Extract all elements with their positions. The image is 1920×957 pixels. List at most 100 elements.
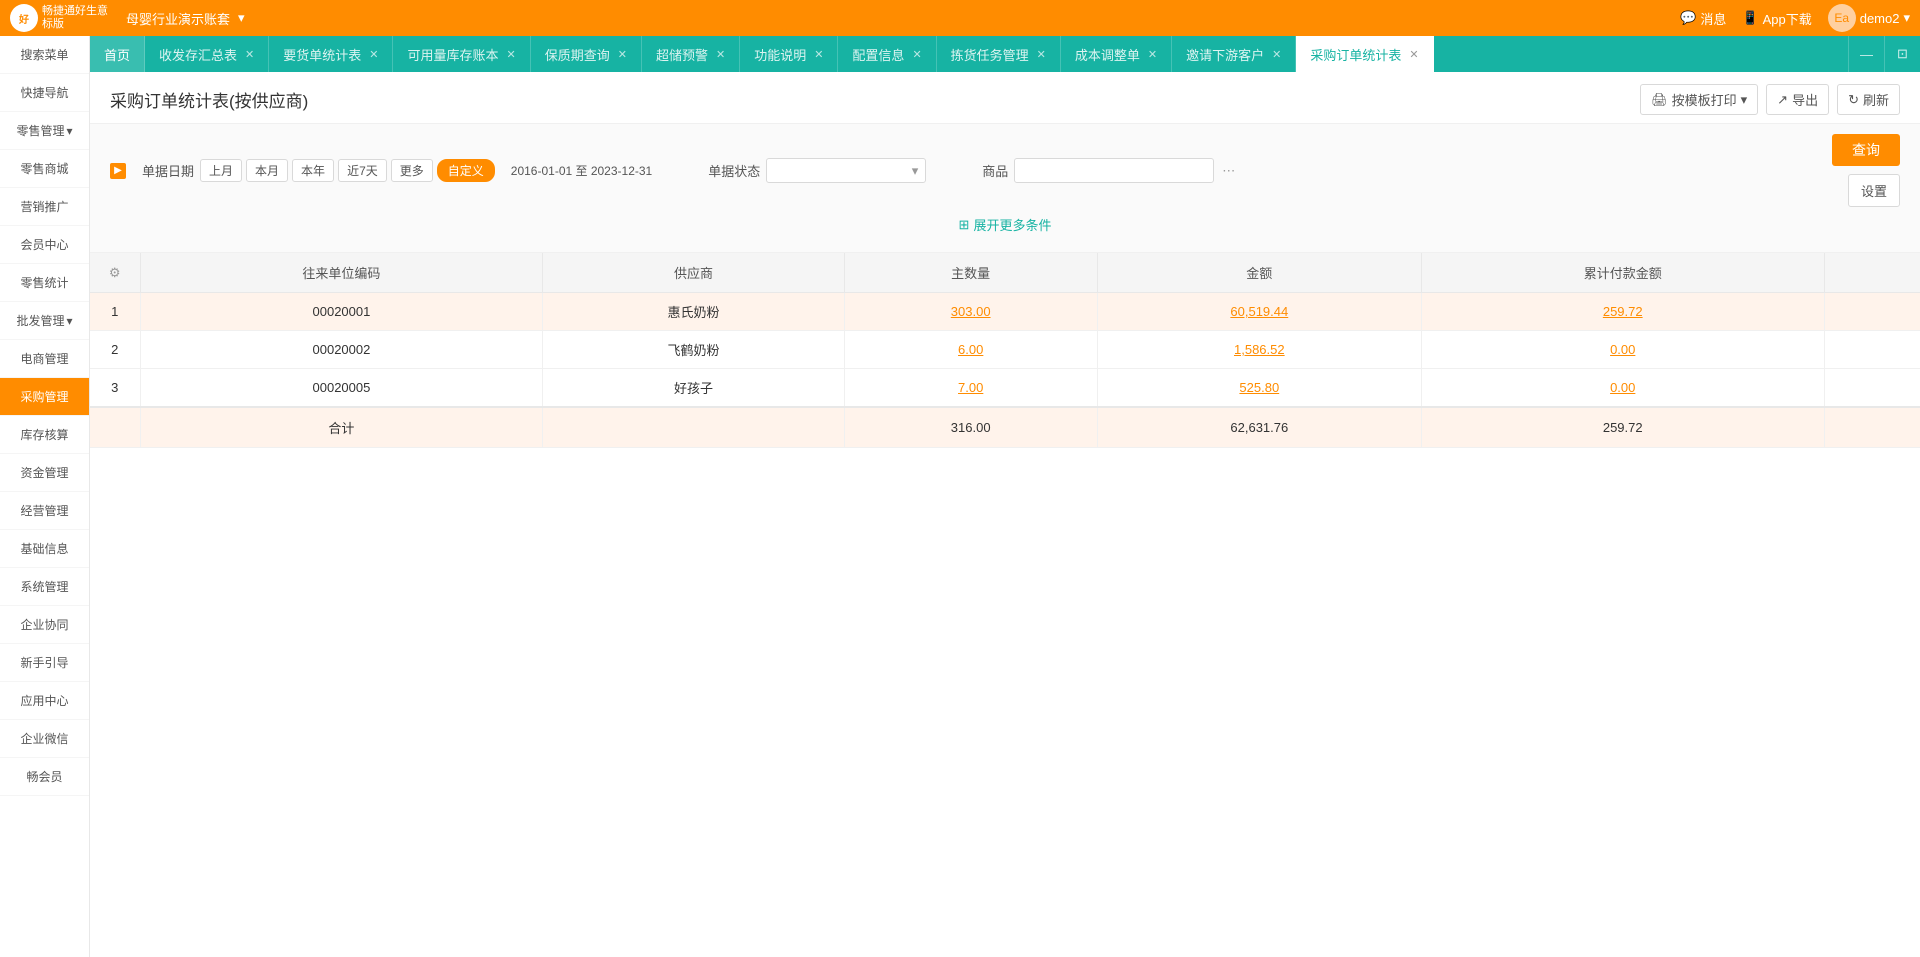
col-paid: 累计付款金额: [1421, 253, 1824, 293]
sidebar-item-quick-nav[interactable]: 快捷导航: [0, 74, 89, 112]
tab-order-stat[interactable]: 要货单统计表 ✕: [269, 36, 393, 72]
table-row[interactable]: 3 00020005 好孩子 7.00 525.80 0.00: [90, 369, 1920, 408]
paid-link[interactable]: 259.72: [1603, 304, 1643, 319]
status-select[interactable]: [766, 158, 926, 183]
date-range-display: 2016-01-01 至 2023-12-31: [511, 162, 652, 179]
app-download-btn[interactable]: 📱 App下载: [1742, 9, 1811, 28]
close-icon[interactable]: ✕: [1148, 48, 1157, 61]
qty-link[interactable]: 6.00: [958, 342, 983, 357]
tab-help[interactable]: 功能说明 ✕: [740, 36, 838, 72]
date-btn-7days[interactable]: 近7天: [338, 159, 387, 182]
sidebar-item-retail-mall[interactable]: 零售商城: [0, 150, 89, 188]
sidebar-item-finance[interactable]: 资金管理: [0, 454, 89, 492]
amount-link[interactable]: 525.80: [1239, 380, 1279, 395]
sidebar-item-inventory[interactable]: 库存核算: [0, 416, 89, 454]
tab-overstock[interactable]: 超储预警 ✕: [642, 36, 740, 72]
sidebar-item-system[interactable]: 系统管理: [0, 568, 89, 606]
sidebar-item-wechat[interactable]: 企业微信: [0, 720, 89, 758]
sidebar-item-retail[interactable]: 零售管理 ▾: [0, 112, 89, 150]
tab-maximize-btn[interactable]: ⊡: [1884, 36, 1920, 72]
col-code: 往来单位编码: [140, 253, 543, 293]
qty-link[interactable]: 7.00: [958, 380, 983, 395]
table-row[interactable]: 1 00020001 惠氏奶粉 303.00 60,519.44 259.72: [90, 293, 1920, 331]
close-icon[interactable]: ✕: [618, 48, 627, 61]
template-print-btn[interactable]: 🖨 按模板打印 ▾: [1640, 84, 1758, 115]
filter-row-1: ▶ 单据日期 上月 本月 本年 近7天 更多 自定义: [110, 134, 1900, 207]
tab-shelf-life[interactable]: 保质期查询 ✕: [531, 36, 642, 72]
qty-link[interactable]: 303.00: [951, 304, 991, 319]
paid-link[interactable]: 0.00: [1610, 342, 1635, 357]
table-footer-row: 合计 316.00 62,631.76 259.72: [90, 407, 1920, 448]
tab-purchase-order-stat[interactable]: 采购订单统计表 ✕: [1296, 36, 1433, 72]
expand-btn[interactable]: ⊞ 展开更多条件: [951, 211, 1060, 238]
search-btn[interactable]: 查询: [1832, 134, 1900, 166]
close-icon[interactable]: ✕: [1272, 48, 1281, 61]
footer-amount: 62,631.76: [1097, 407, 1421, 448]
goods-label: 商品: [982, 161, 1008, 180]
tab-minimize-btn[interactable]: —: [1848, 36, 1884, 72]
sidebar-item-app-center[interactable]: 应用中心: [0, 682, 89, 720]
close-icon[interactable]: ✕: [245, 48, 254, 61]
tab-home[interactable]: 首页: [90, 36, 145, 72]
close-icon[interactable]: ✕: [716, 48, 725, 61]
settings-icon[interactable]: ⚙: [109, 265, 121, 280]
date-btn-more[interactable]: 更多: [391, 159, 433, 182]
sidebar-item-guide[interactable]: 新手引导: [0, 644, 89, 682]
workspace-selector[interactable]: 母婴行业演示账套 ▾: [126, 9, 245, 28]
refresh-icon: ↻: [1848, 92, 1859, 108]
tab-config[interactable]: 配置信息 ✕: [838, 36, 936, 72]
sidebar-item-search[interactable]: 搜索菜单: [0, 36, 89, 74]
export-btn[interactable]: ↗ 导出: [1766, 84, 1829, 115]
date-btn-this-year[interactable]: 本年: [292, 159, 334, 182]
message-btn[interactable]: 💬 消息: [1680, 9, 1726, 28]
goods-input[interactable]: [1014, 158, 1214, 183]
user-menu[interactable]: Ea demo2 ▾: [1828, 4, 1910, 32]
table-header-row: ⚙ 往来单位编码 供应商 主数量 金额 累计付款金额: [90, 253, 1920, 293]
page-header: 采购订单统计表(按供应商) 🖨 按模板打印 ▾ ↗ 导出 ↻: [90, 72, 1920, 124]
date-btn-custom[interactable]: 自定义: [437, 159, 495, 182]
cell-paid: 0.00: [1421, 369, 1824, 408]
sidebar-item-member[interactable]: 会员中心: [0, 226, 89, 264]
tab-invite[interactable]: 邀请下游客户 ✕: [1172, 36, 1296, 72]
cell-code: 00020001: [140, 293, 543, 331]
amount-link[interactable]: 1,586.52: [1234, 342, 1285, 357]
sidebar-item-ecommerce[interactable]: 电商管理: [0, 340, 89, 378]
filter-area: ▶ 单据日期 上月 本月 本年 近7天 更多 自定义: [90, 124, 1920, 253]
setting-btn[interactable]: 设置: [1848, 174, 1900, 207]
download-icon: 📱: [1742, 10, 1758, 26]
sidebar-item-member2[interactable]: 畅会员: [0, 758, 89, 796]
sidebar-item-retail-stat[interactable]: 零售统计: [0, 264, 89, 302]
chevron-down-icon: ▾: [238, 10, 245, 26]
sidebar-item-purchase[interactable]: 采购管理: [0, 378, 89, 416]
cell-paid: 0.00: [1421, 331, 1824, 369]
refresh-btn[interactable]: ↻ 刷新: [1837, 84, 1900, 115]
date-btn-this-month[interactable]: 本月: [246, 159, 288, 182]
close-icon[interactable]: ✕: [814, 48, 823, 61]
paid-link[interactable]: 0.00: [1610, 380, 1635, 395]
close-icon[interactable]: ✕: [1037, 48, 1046, 61]
tab-storage-summary[interactable]: 收发存汇总表 ✕: [145, 36, 269, 72]
nav-tabs: 首页 收发存汇总表 ✕ 要货单统计表 ✕ 可用量库存账本 ✕ 保质期查询 ✕ 超…: [90, 36, 1920, 72]
amount-link[interactable]: 60,519.44: [1230, 304, 1288, 319]
nav-tabs-end: — ⊡: [1848, 36, 1920, 72]
sidebar-item-operation[interactable]: 经营管理: [0, 492, 89, 530]
date-btn-last-month[interactable]: 上月: [200, 159, 242, 182]
tab-available-inventory[interactable]: 可用量库存账本 ✕: [393, 36, 530, 72]
filter-toggle-btn[interactable]: ▶: [110, 163, 126, 179]
logo-area: 好 畅捷通好生意 标版: [10, 4, 108, 32]
sidebar-item-wholesale[interactable]: 批发管理 ▾: [0, 302, 89, 340]
close-icon[interactable]: ✕: [912, 48, 921, 61]
goods-more-icon[interactable]: ⋯: [1222, 163, 1235, 179]
sidebar-item-basic-info[interactable]: 基础信息: [0, 530, 89, 568]
table-row[interactable]: 2 00020002 飞鹤奶粉 6.00 1,586.52 0.00: [90, 331, 1920, 369]
close-icon[interactable]: ✕: [1409, 48, 1418, 61]
tab-pick-task[interactable]: 拣货任务管理 ✕: [937, 36, 1061, 72]
tab-cost-adj[interactable]: 成本调整单 ✕: [1061, 36, 1172, 72]
sidebar-item-enterprise[interactable]: 企业协同: [0, 606, 89, 644]
chevron-down-icon: ▾: [66, 124, 72, 138]
print-icon: 🖨: [1651, 92, 1668, 108]
close-icon[interactable]: ✕: [369, 48, 378, 61]
close-icon[interactable]: ✕: [507, 48, 516, 61]
filter-date-range: 2016-01-01 至 2023-12-31: [511, 162, 652, 179]
sidebar-item-marketing[interactable]: 营销推广: [0, 188, 89, 226]
